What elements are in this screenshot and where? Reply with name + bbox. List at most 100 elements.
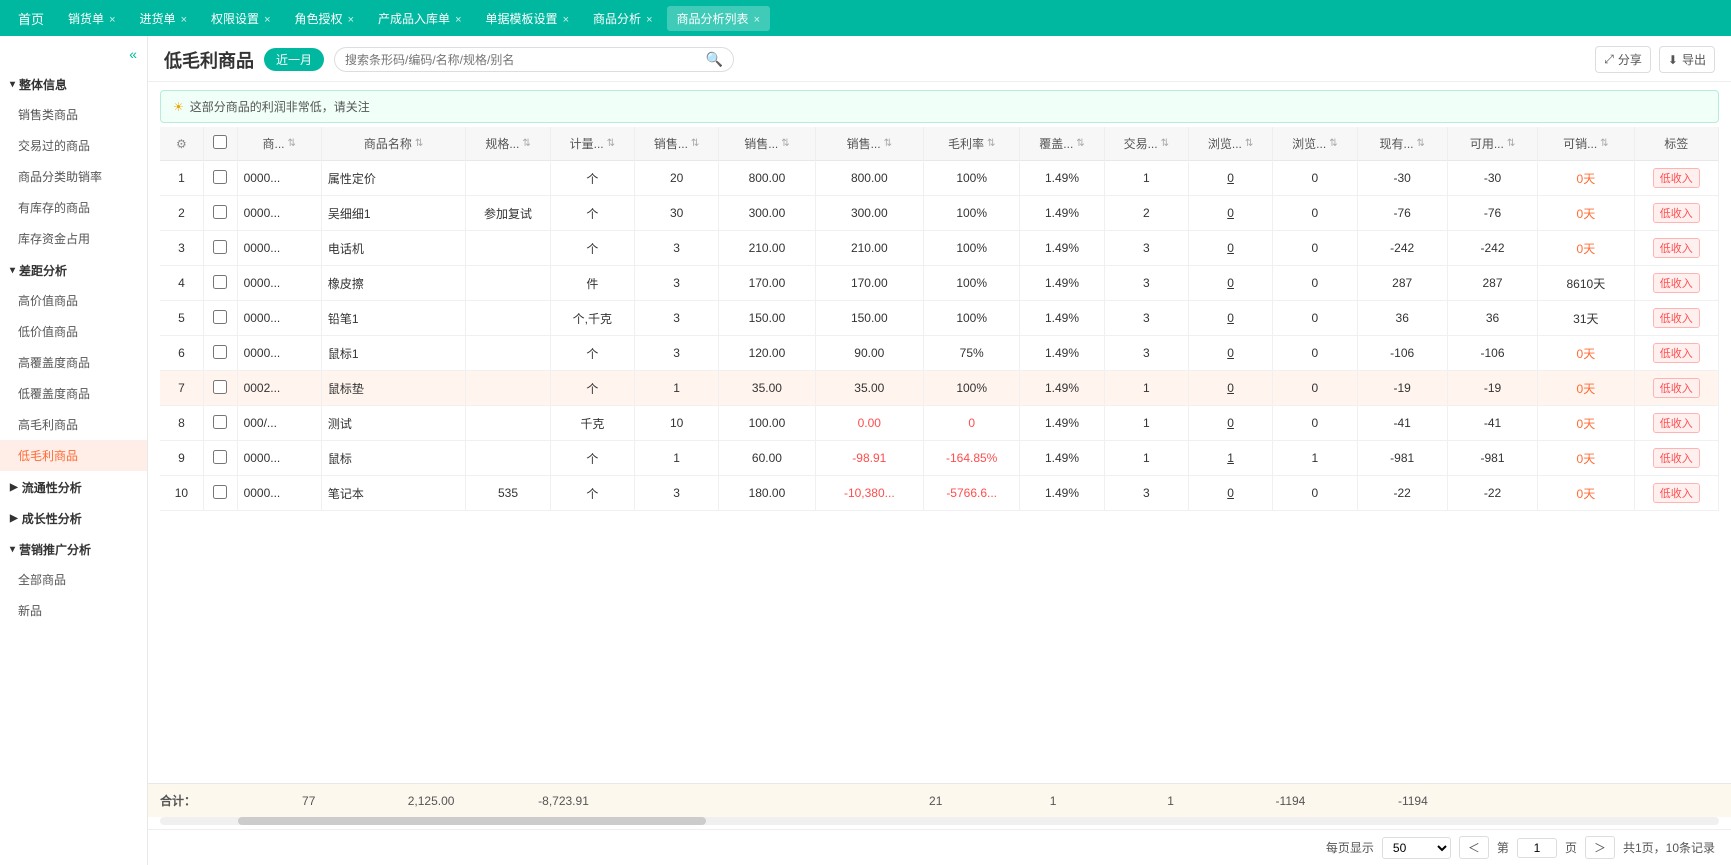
col-sales-profit[interactable]: 销售...⇅	[815, 127, 923, 161]
col-available[interactable]: 可用...⇅	[1447, 127, 1537, 161]
row-checkbox-input[interactable]	[213, 275, 227, 289]
row-sales-price: 170.00	[719, 266, 815, 301]
row-checkbox[interactable]	[203, 371, 237, 406]
nav-item-sales[interactable]: 销货单 ×	[58, 6, 126, 31]
row-trade: 1	[1104, 161, 1188, 196]
col-view1[interactable]: 浏览...⇅	[1188, 127, 1272, 161]
row-view1[interactable]: 0	[1188, 371, 1272, 406]
settings-icon[interactable]: ⚙	[176, 137, 187, 151]
row-sales-price: 150.00	[719, 301, 815, 336]
horizontal-scrollbar[interactable]	[160, 817, 1719, 825]
sidebar-section-marketing[interactable]: ▾营销推广分析	[0, 533, 147, 564]
nav-item-template[interactable]: 单据模板设置 ×	[476, 6, 580, 31]
per-page-select[interactable]: 50 100 200	[1382, 837, 1451, 859]
row-view1[interactable]: 0	[1188, 301, 1272, 336]
row-checkbox-input[interactable]	[213, 240, 227, 254]
nav-item-purchase[interactable]: 进货单 ×	[130, 6, 198, 31]
row-checkbox-input[interactable]	[213, 450, 227, 464]
row-checkbox[interactable]	[203, 441, 237, 476]
nav-item-role[interactable]: 角色授权 ×	[285, 6, 365, 31]
table-container[interactable]: ⚙ 商...⇅ 商品名称⇅ 规格...⇅	[160, 127, 1719, 783]
row-checkbox[interactable]	[203, 196, 237, 231]
row-checkbox[interactable]	[203, 231, 237, 266]
sidebar-item-low-value[interactable]: 低价值商品	[0, 316, 147, 347]
next-page-btn[interactable]: ＞	[1585, 836, 1615, 859]
row-view1[interactable]: 0	[1188, 161, 1272, 196]
col-view2[interactable]: 浏览...⇅	[1273, 127, 1357, 161]
nav-item-product-analysis-list[interactable]: 商品分析列表 ×	[667, 6, 771, 31]
col-code[interactable]: 商...⇅	[237, 127, 321, 161]
sidebar-section-overall[interactable]: ▾整体信息	[0, 68, 147, 99]
col-unit[interactable]: 计量...⇅	[550, 127, 634, 161]
row-checkbox-input[interactable]	[213, 345, 227, 359]
sidebar-section-flow[interactable]: ▶流通性分析	[0, 471, 147, 502]
row-gross-rate: -164.85%	[924, 441, 1020, 476]
row-view1[interactable]: 0	[1188, 266, 1272, 301]
row-checkbox[interactable]	[203, 301, 237, 336]
row-view1[interactable]: 0	[1188, 196, 1272, 231]
sidebar-item-all-goods[interactable]: 全部商品	[0, 564, 147, 595]
row-checkbox[interactable]	[203, 161, 237, 196]
share-btn[interactable]: ⤢ 分享	[1595, 46, 1651, 73]
sidebar-item-sales-goods[interactable]: 销售类商品	[0, 99, 147, 130]
row-checkbox[interactable]	[203, 336, 237, 371]
sidebar-item-traded-goods[interactable]: 交易过的商品	[0, 130, 147, 161]
sidebar-item-category-assist[interactable]: 商品分类助销率	[0, 161, 147, 192]
row-view1[interactable]: 0	[1188, 336, 1272, 371]
row-view1[interactable]: 0	[1188, 406, 1272, 441]
row-view1[interactable]: 0	[1188, 231, 1272, 266]
col-current[interactable]: 现有...⇅	[1357, 127, 1447, 161]
row-checkbox[interactable]	[203, 406, 237, 441]
nav-item-product-analysis[interactable]: 商品分析 ×	[583, 6, 663, 31]
table-row: 7 0002... 鼠标垫 个 1 35.00 35.00 100% 1.49%…	[160, 371, 1719, 406]
row-checkbox-input[interactable]	[213, 310, 227, 324]
col-name[interactable]: 商品名称⇅	[321, 127, 466, 161]
select-all-checkbox[interactable]	[213, 135, 227, 149]
sidebar-item-high-profit[interactable]: 高毛利商品	[0, 409, 147, 440]
row-checkbox-input[interactable]	[213, 415, 227, 429]
row-view1[interactable]: 1	[1188, 441, 1272, 476]
col-sales-qty[interactable]: 销售...⇅	[634, 127, 718, 161]
sidebar-item-high-coverage[interactable]: 高覆盖度商品	[0, 347, 147, 378]
export-btn[interactable]: ⬇ 导出	[1659, 46, 1715, 73]
sidebar-item-new-goods[interactable]: 新品	[0, 595, 147, 626]
row-saleable: 0天	[1538, 476, 1634, 511]
sidebar-collapse-btn[interactable]: «	[125, 42, 141, 66]
col-gross-rate[interactable]: 毛利率⇅	[924, 127, 1020, 161]
footer-view2: 1	[1136, 794, 1206, 808]
prev-page-btn[interactable]: ＜	[1459, 836, 1489, 859]
row-checkbox-input[interactable]	[213, 380, 227, 394]
col-sales-price[interactable]: 销售...⇅	[719, 127, 815, 161]
col-tag[interactable]: 标签	[1634, 127, 1718, 161]
row-current: -106	[1357, 336, 1447, 371]
col-settings[interactable]: ⚙	[160, 127, 203, 161]
search-icon[interactable]: 🔍	[706, 51, 723, 68]
sidebar-section-growth[interactable]: ▶成长性分析	[0, 502, 147, 533]
row-checkbox-input[interactable]	[213, 170, 227, 184]
sidebar-item-low-profit[interactable]: 低毛利商品	[0, 440, 147, 471]
row-checkbox[interactable]	[203, 476, 237, 511]
page-number-input[interactable]	[1517, 838, 1557, 858]
row-checkbox[interactable]	[203, 266, 237, 301]
nav-item-permission[interactable]: 权限设置 ×	[201, 6, 281, 31]
time-filter-btn[interactable]: 近一月	[264, 48, 324, 71]
row-trade: 3	[1104, 476, 1188, 511]
row-checkbox-input[interactable]	[213, 205, 227, 219]
col-saleable[interactable]: 可销...⇅	[1538, 127, 1634, 161]
scrollbar-thumb[interactable]	[238, 817, 706, 825]
sidebar-section-gap[interactable]: ▾差距分析	[0, 254, 147, 285]
sidebar-item-low-coverage[interactable]: 低覆盖度商品	[0, 378, 147, 409]
row-view1[interactable]: 0	[1188, 476, 1272, 511]
col-trade[interactable]: 交易...⇅	[1104, 127, 1188, 161]
search-input[interactable]	[345, 53, 700, 67]
col-coverage[interactable]: 覆盖...⇅	[1020, 127, 1104, 161]
nav-item-product-entry[interactable]: 产成品入库单 ×	[368, 6, 472, 31]
row-sales-qty: 1	[634, 441, 718, 476]
nav-item-home[interactable]: 首页	[8, 5, 54, 32]
sidebar-item-in-stock[interactable]: 有库存的商品	[0, 192, 147, 223]
col-checkbox[interactable]	[203, 127, 237, 161]
sidebar-item-high-value[interactable]: 高价值商品	[0, 285, 147, 316]
sidebar-item-inventory-capital[interactable]: 库存资金占用	[0, 223, 147, 254]
col-spec[interactable]: 规格...⇅	[466, 127, 550, 161]
row-checkbox-input[interactable]	[213, 485, 227, 499]
